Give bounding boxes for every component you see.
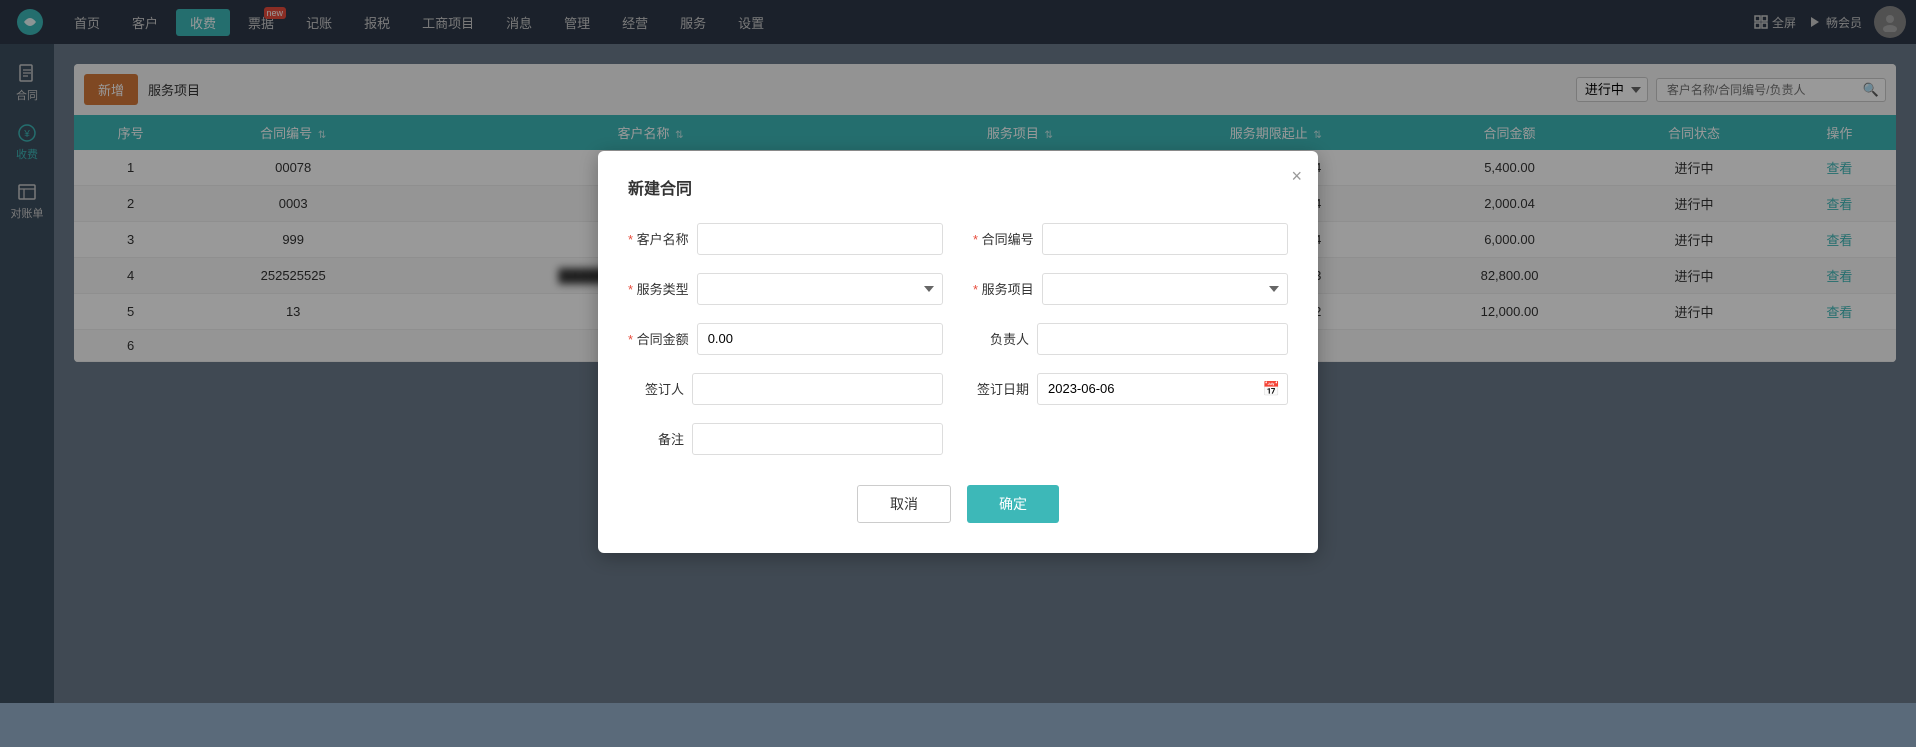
input-contract-no[interactable] (1042, 223, 1288, 255)
calendar-icon[interactable]: 📅 (1263, 380, 1280, 397)
label-contract-no: 合同编号 (973, 229, 1034, 248)
new-contract-dialog: 新建合同 × 客户名称 合同编号 服务类型 (598, 151, 1318, 553)
service-item-wrap (1042, 273, 1288, 305)
form-row-1: 客户名称 合同编号 (628, 223, 1288, 255)
form-group-signer: 签订人 (628, 373, 943, 405)
input-remark[interactable] (692, 423, 943, 455)
form-group-person-in-charge: 负责人 (973, 323, 1288, 355)
form-group-amount: 合同金额 (628, 323, 943, 355)
form-group-service-type: 服务类型 (628, 273, 943, 305)
dialog-footer: 取消 确定 (628, 485, 1288, 523)
label-amount: 合同金额 (628, 329, 689, 348)
confirm-button[interactable]: 确定 (967, 485, 1059, 523)
input-customer-name[interactable] (697, 223, 943, 255)
label-signer: 签订人 (628, 379, 684, 398)
input-sign-date[interactable] (1037, 373, 1288, 405)
form-group-contract-no: 合同编号 (973, 223, 1288, 255)
form-group-service-item: 服务项目 (973, 273, 1288, 305)
input-amount[interactable] (697, 323, 943, 355)
form-row-5: 备注 (628, 423, 1288, 455)
label-service-item: 服务项目 (973, 279, 1034, 298)
form-group-remark: 备注 (628, 423, 943, 455)
select-service-item[interactable] (1042, 273, 1288, 305)
label-customer-name: 客户名称 (628, 229, 689, 248)
modal-overlay[interactable]: 新建合同 × 客户名称 合同编号 服务类型 (0, 0, 1916, 703)
select-service-type[interactable] (697, 273, 943, 305)
input-person-in-charge[interactable] (1037, 323, 1288, 355)
form-row-3: 合同金额 负责人 (628, 323, 1288, 355)
label-person-in-charge: 负责人 (973, 329, 1029, 348)
form-row-4: 签订人 签订日期 📅 (628, 373, 1288, 405)
form-row-2: 服务类型 服务项目 (628, 273, 1288, 305)
dialog-close-button[interactable]: × (1291, 167, 1302, 185)
label-sign-date: 签订日期 (973, 379, 1029, 398)
form-group-customer-name: 客户名称 (628, 223, 943, 255)
date-input-wrap: 📅 (1037, 373, 1288, 405)
form-group-sign-date: 签订日期 📅 (973, 373, 1288, 405)
label-remark: 备注 (628, 429, 684, 448)
service-type-wrap (697, 273, 943, 305)
cancel-button[interactable]: 取消 (857, 485, 951, 523)
input-signer[interactable] (692, 373, 943, 405)
dialog-title: 新建合同 (628, 175, 1288, 199)
label-service-type: 服务类型 (628, 279, 689, 298)
